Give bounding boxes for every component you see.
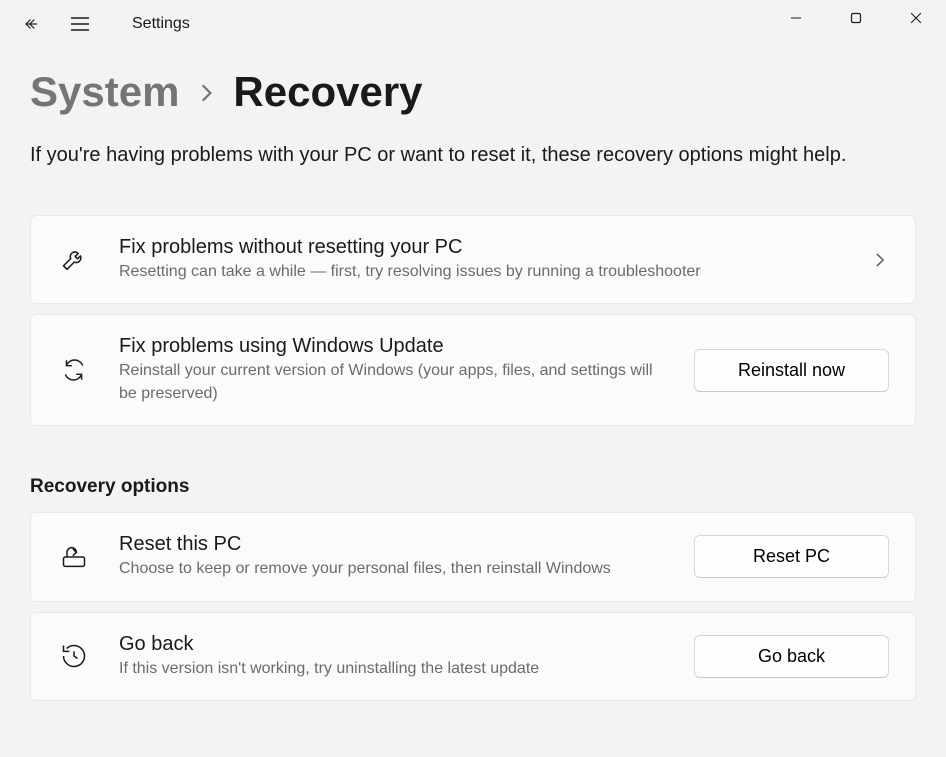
sync-icon (57, 353, 91, 387)
card-body: Fix problems without resetting your PC R… (119, 236, 843, 283)
card-go-back: Go back If this version isn't working, t… (30, 612, 916, 701)
close-button[interactable] (886, 0, 946, 36)
back-arrow-icon (23, 15, 41, 33)
titlebar: Settings (0, 0, 946, 48)
breadcrumb-current: Recovery (233, 68, 422, 116)
reset-pc-button[interactable]: Reset PC (694, 535, 889, 578)
wrench-icon (57, 243, 91, 277)
card-reset-pc: Reset this PC Choose to keep or remove y… (30, 512, 916, 601)
card-action: Go back (694, 635, 889, 678)
breadcrumb-parent[interactable]: System (30, 68, 179, 116)
window-controls (766, 0, 946, 36)
card-body: Fix problems using Windows Update Reinst… (119, 335, 666, 405)
card-windows-update: Fix problems using Windows Update Reinst… (30, 314, 916, 426)
app-title: Settings (132, 15, 190, 33)
maximize-icon (850, 12, 862, 24)
reinstall-now-button[interactable]: Reinstall now (694, 349, 889, 392)
reset-pc-icon (57, 540, 91, 574)
card-title: Fix problems using Windows Update (119, 335, 666, 358)
hamburger-icon (71, 17, 89, 31)
card-body: Reset this PC Choose to keep or remove y… (119, 533, 666, 580)
back-button[interactable] (8, 0, 56, 48)
close-icon (910, 12, 922, 24)
menu-button[interactable] (56, 0, 104, 48)
breadcrumb: System Recovery (30, 68, 916, 116)
card-body: Go back If this version isn't working, t… (119, 633, 666, 680)
go-back-button[interactable]: Go back (694, 635, 889, 678)
card-subtitle: Reinstall your current version of Window… (119, 360, 666, 405)
card-title: Reset this PC (119, 533, 666, 556)
chevron-right-icon (871, 252, 889, 268)
card-subtitle: Choose to keep or remove your personal f… (119, 558, 666, 580)
content-area: System Recovery If you're having problem… (0, 48, 946, 701)
card-title: Fix problems without resetting your PC (119, 236, 843, 259)
minimize-icon (790, 12, 802, 24)
maximize-button[interactable] (826, 0, 886, 36)
page-description: If you're having problems with your PC o… (30, 144, 916, 167)
card-action: Reinstall now (694, 349, 889, 392)
card-troubleshoot[interactable]: Fix problems without resetting your PC R… (30, 215, 916, 304)
minimize-button[interactable] (766, 0, 826, 36)
card-subtitle: If this version isn't working, try unins… (119, 658, 666, 680)
chevron-right-icon (199, 82, 213, 104)
section-header-recovery-options: Recovery options (30, 476, 916, 498)
card-title: Go back (119, 633, 666, 656)
card-subtitle: Resetting can take a while — first, try … (119, 261, 843, 283)
history-icon (57, 639, 91, 673)
card-action: Reset PC (694, 535, 889, 578)
titlebar-left: Settings (8, 0, 190, 48)
